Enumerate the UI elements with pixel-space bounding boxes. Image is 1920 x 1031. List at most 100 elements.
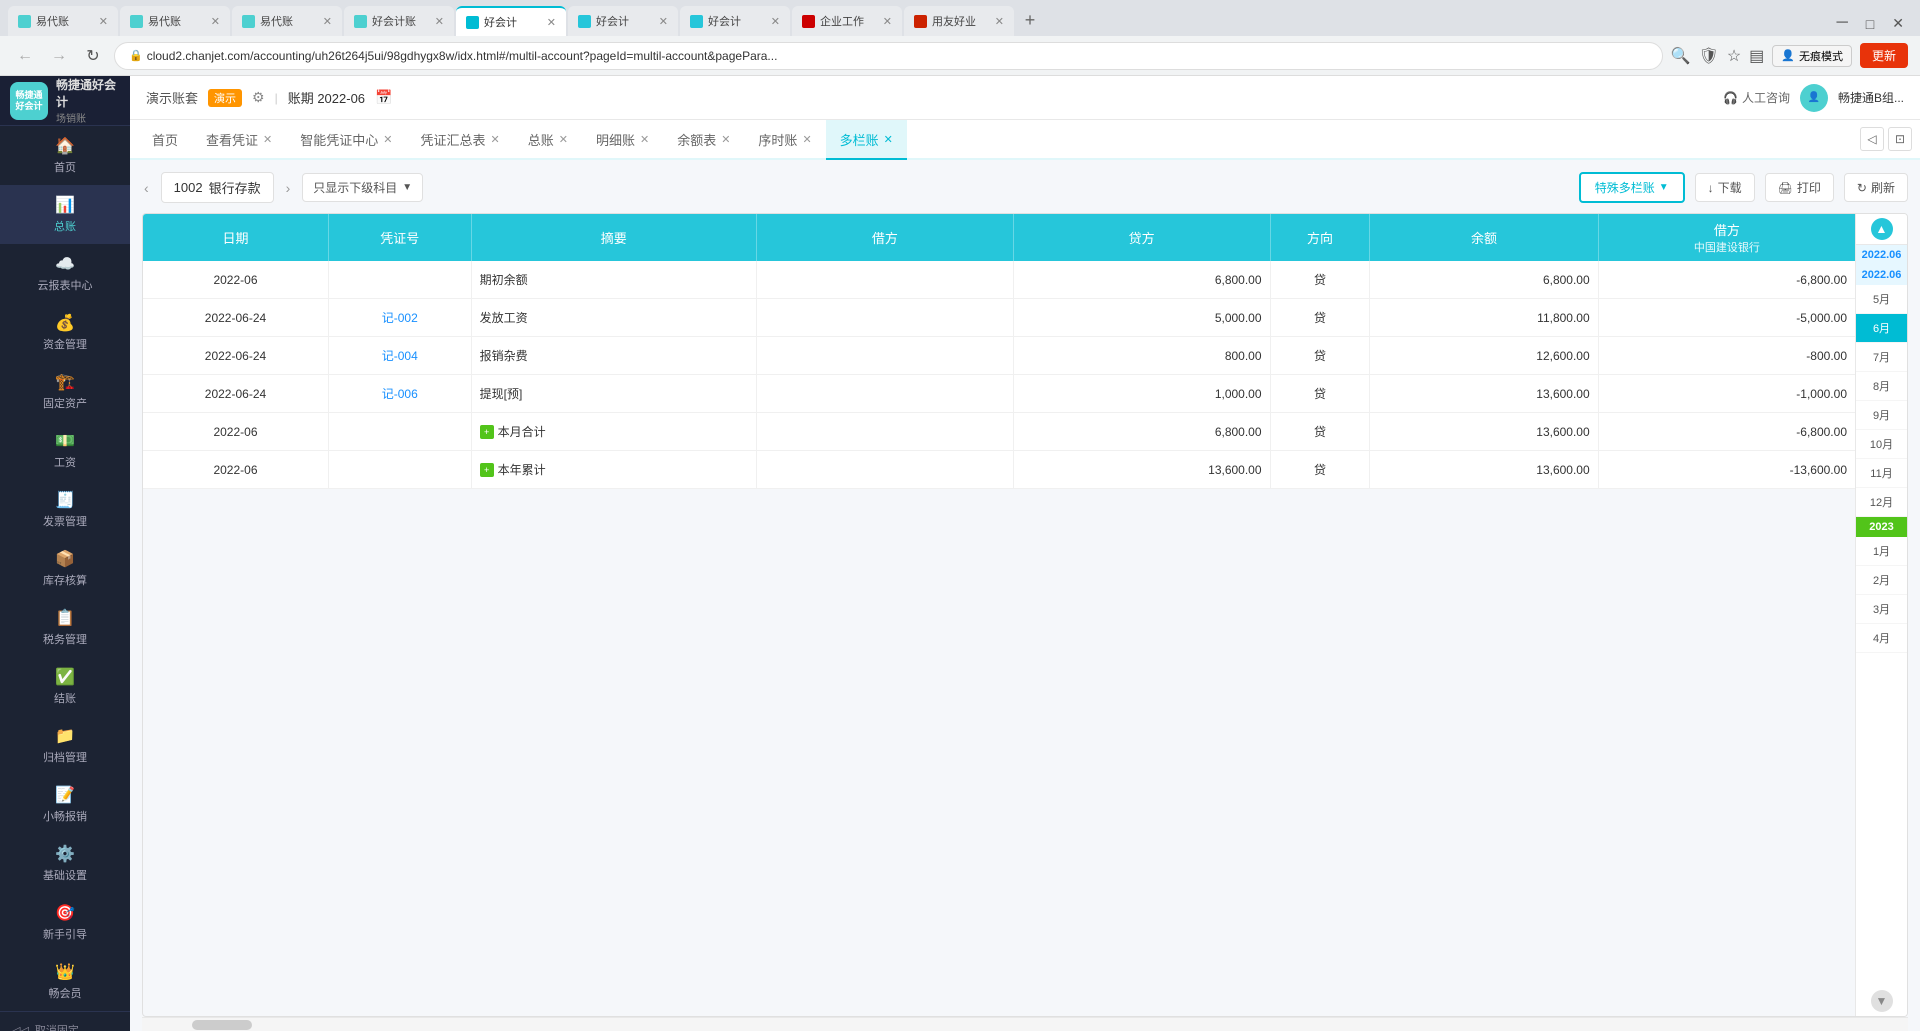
- calendar-icon[interactable]: 📅: [375, 89, 392, 106]
- tab-home[interactable]: 首页: [138, 120, 192, 160]
- tab-view-voucher-close[interactable]: ✕: [263, 133, 272, 146]
- browser-maximize[interactable]: □: [1858, 16, 1882, 32]
- tab-balance[interactable]: 余额表 ✕: [663, 120, 744, 160]
- sidebar-item-salary[interactable]: 💵 工资: [0, 421, 130, 480]
- sidebar-item-member[interactable]: 👑 畅会员: [0, 952, 130, 1011]
- settings-gear-icon[interactable]: ⚙: [252, 89, 265, 106]
- nav-back[interactable]: ←: [12, 43, 38, 69]
- tab-yidaizhang-1[interactable]: 易代账 ✕: [8, 6, 118, 36]
- cell-voucher-2[interactable]: 记-004: [328, 337, 471, 375]
- tab-balance-close[interactable]: ✕: [721, 133, 730, 146]
- month-2023-2[interactable]: 2月: [1856, 566, 1907, 595]
- panel-up-arrow[interactable]: ▲: [1871, 218, 1893, 240]
- tab-multi-column[interactable]: 多栏账 ✕: [826, 120, 907, 160]
- tab-bar-expand[interactable]: ⊡: [1888, 127, 1912, 151]
- tab-sequential[interactable]: 序时账 ✕: [744, 120, 825, 160]
- month-9[interactable]: 9月: [1856, 401, 1907, 430]
- tab-close-6[interactable]: ✕: [659, 15, 668, 28]
- tab-voucher-summary-close[interactable]: ✕: [491, 133, 500, 146]
- panel-down-arrow[interactable]: ▼: [1871, 990, 1893, 1012]
- cell-extra-1: -5,000.00: [1598, 299, 1855, 337]
- browser-close[interactable]: ✕: [1884, 15, 1912, 32]
- sidebar-item-ledger[interactable]: 📊 总账: [0, 185, 130, 244]
- tab-detail-ledger-close[interactable]: ✕: [640, 133, 649, 146]
- address-bar[interactable]: 🔒 cloud2.chanjet.com/accounting/uh26t264…: [114, 42, 1663, 70]
- tab-close-3[interactable]: ✕: [323, 15, 332, 28]
- tab-yidaizhang-2[interactable]: 易代账 ✕: [120, 6, 230, 36]
- tab-detail-ledger[interactable]: 明细账 ✕: [582, 120, 663, 160]
- tab-add-button[interactable]: +: [1016, 6, 1044, 34]
- tab-youyou[interactable]: 用友好业 ✕: [904, 6, 1014, 36]
- month-6[interactable]: 6月: [1856, 314, 1907, 343]
- tab-smart-center[interactable]: 智能凭证中心 ✕: [286, 120, 406, 160]
- month-5[interactable]: 5月: [1856, 285, 1907, 314]
- sidebar-item-tax[interactable]: 📋 税务管理: [0, 598, 130, 657]
- tab-smart-center-close[interactable]: ✕: [383, 133, 392, 146]
- tab-close-8[interactable]: ✕: [883, 15, 892, 28]
- account-nav-next[interactable]: ›: [284, 178, 293, 198]
- sidebar-item-guide[interactable]: 🎯 新手引导: [0, 893, 130, 952]
- nav-forward[interactable]: →: [46, 43, 72, 69]
- sidebar-item-settings[interactable]: ⚙️ 基础设置: [0, 834, 130, 893]
- sidebar-item-invoice[interactable]: 🧾 发票管理: [0, 480, 130, 539]
- special-multicolumn-button[interactable]: 特殊多栏账 ▼: [1579, 172, 1685, 203]
- browser-shield-icon[interactable]: 🛡: [1699, 46, 1719, 66]
- bottom-scrollbar[interactable]: [142, 1017, 1908, 1031]
- cancel-pin-button[interactable]: ◁◁ 取消固定: [0, 1011, 130, 1031]
- cell-voucher-3[interactable]: 记-006: [328, 375, 471, 413]
- download-button[interactable]: ↓ 下载: [1695, 173, 1755, 202]
- month-11[interactable]: 11月: [1856, 459, 1907, 488]
- browser-minimize[interactable]: ─: [1828, 14, 1855, 32]
- month-2023-4[interactable]: 4月: [1856, 624, 1907, 653]
- tab-bar-collapse[interactable]: ◁: [1860, 127, 1884, 151]
- sidebar-item-archive[interactable]: 📁 归档管理: [0, 716, 130, 775]
- sidebar-item-home[interactable]: 🏠 首页: [0, 126, 130, 185]
- month-12[interactable]: 12月: [1856, 488, 1907, 517]
- cell-voucher-1[interactable]: 记-002: [328, 299, 471, 337]
- tab-voucher-summary[interactable]: 凭证汇总表 ✕: [406, 120, 513, 160]
- tab-close-4[interactable]: ✕: [435, 15, 444, 28]
- browser-search-icon[interactable]: 🔍: [1671, 46, 1691, 66]
- tab-haokuaiji-2[interactable]: 好会计 ✕: [568, 6, 678, 36]
- browser-star-icon[interactable]: ☆: [1727, 46, 1741, 66]
- tab-close-7[interactable]: ✕: [771, 15, 780, 28]
- tab-close-1[interactable]: ✕: [99, 15, 108, 28]
- sidebar-item-close-account[interactable]: ✅ 结账: [0, 657, 130, 716]
- browser-sidebar-icon[interactable]: ▤: [1749, 46, 1764, 66]
- sidebar-item-reports[interactable]: ☁️ 云报表中心: [0, 244, 130, 303]
- stealth-mode-button[interactable]: 👤无痕模式: [1772, 45, 1852, 67]
- nav-refresh[interactable]: ↻: [80, 43, 106, 69]
- tab-view-voucher[interactable]: 查看凭证 ✕: [192, 120, 286, 160]
- tab-general-ledger[interactable]: 总账 ✕: [514, 120, 582, 160]
- tab-yidaizhang-3[interactable]: 易代账 ✕: [232, 6, 342, 36]
- tab-multi-column-close[interactable]: ✕: [884, 133, 893, 146]
- tab-sequential-close[interactable]: ✕: [802, 133, 811, 146]
- consult-button[interactable]: 🎧 人工咨询: [1723, 89, 1790, 106]
- tab-close-2[interactable]: ✕: [211, 15, 220, 28]
- tab-general-ledger-close[interactable]: ✕: [559, 133, 568, 146]
- month-7[interactable]: 7月: [1856, 343, 1907, 372]
- sidebar-item-expense[interactable]: 📝 小畅报销: [0, 775, 130, 834]
- month-2023-3[interactable]: 3月: [1856, 595, 1907, 624]
- month-10[interactable]: 10月: [1856, 430, 1907, 459]
- filter-dropdown[interactable]: 只显示下级科目 ▼: [302, 173, 423, 202]
- tab-close-9[interactable]: ✕: [995, 15, 1004, 28]
- print-button[interactable]: 🖨 打印: [1765, 173, 1834, 202]
- tab-close-5[interactable]: ✕: [547, 16, 556, 29]
- account-nav-prev[interactable]: ‹: [142, 178, 151, 198]
- sidebar-item-assets[interactable]: 🏗️ 固定资产: [0, 362, 130, 421]
- sidebar-item-inventory[interactable]: 📦 库存核算: [0, 539, 130, 598]
- month-2023-1[interactable]: 1月: [1856, 537, 1907, 566]
- tab-haokuaiji-active[interactable]: 好会计 ✕: [456, 6, 566, 36]
- month-8[interactable]: 8月: [1856, 372, 1907, 401]
- period-label[interactable]: 账期 2022-06: [288, 88, 365, 107]
- update-button[interactable]: 更新: [1860, 43, 1908, 68]
- user-avatar[interactable]: 👤: [1800, 84, 1828, 112]
- tab-haokuaiji-1[interactable]: 好会计账 ✕: [344, 6, 454, 36]
- user-name[interactable]: 畅捷通B组...: [1838, 89, 1904, 106]
- demo-badge[interactable]: 演示: [208, 89, 242, 107]
- tab-haokuaiji-3[interactable]: 好会计 ✕: [680, 6, 790, 36]
- tab-enterprise[interactable]: 企业工作 ✕: [792, 6, 902, 36]
- sidebar-item-funds[interactable]: 💰 资金管理: [0, 303, 130, 362]
- refresh-button[interactable]: ↻ 刷新: [1844, 173, 1908, 202]
